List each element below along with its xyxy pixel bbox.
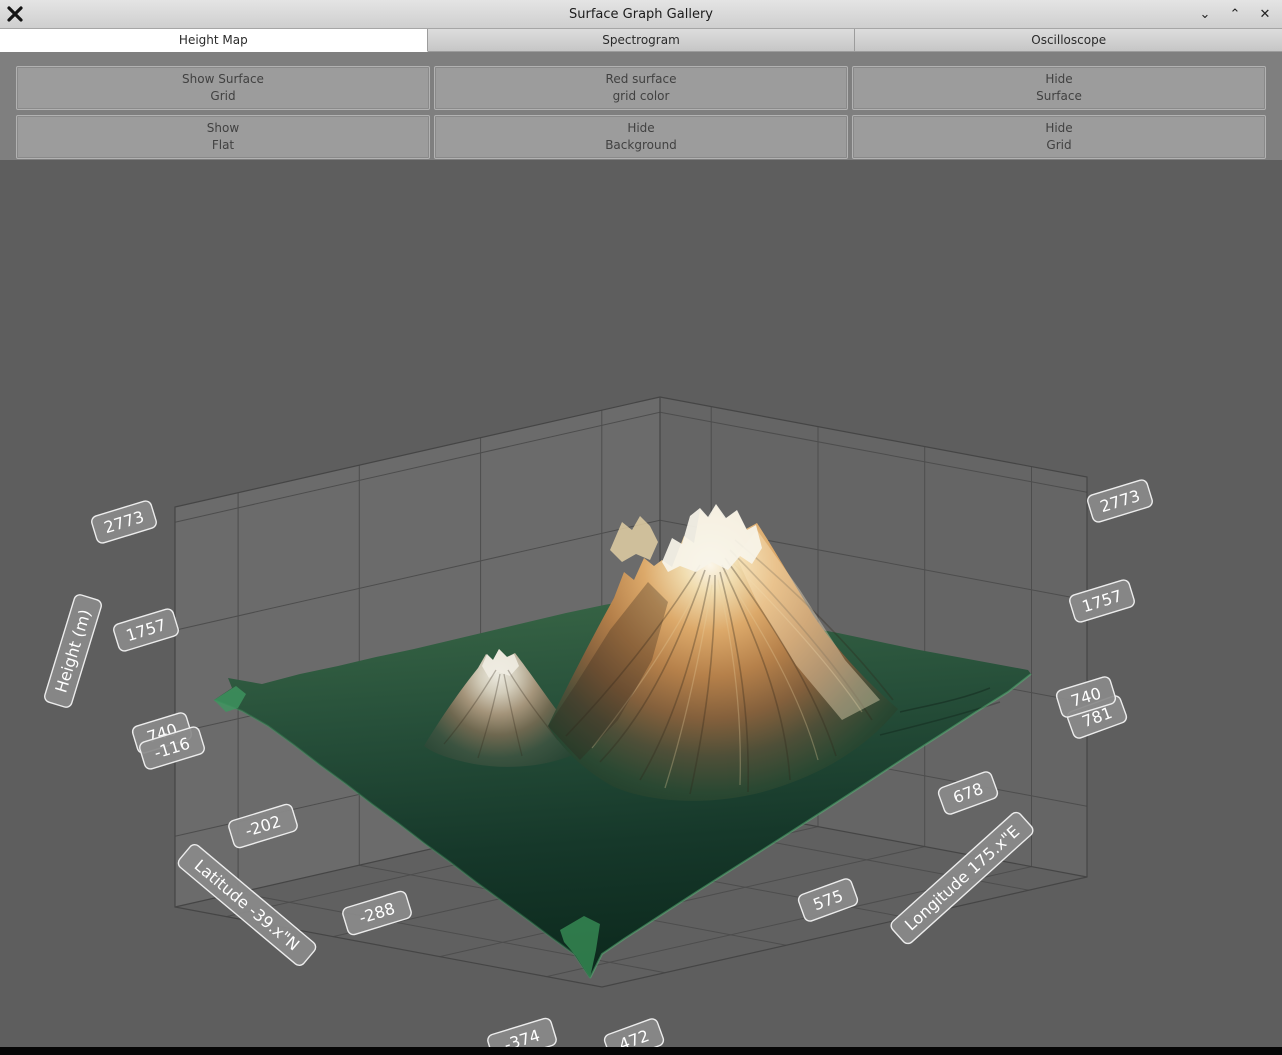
height-axis-title: Height (m) — [43, 593, 103, 708]
tab-height-map[interactable]: Height Map — [0, 29, 428, 52]
shade-window-button[interactable]: ⌄ — [1196, 5, 1214, 23]
button-label-line: Hide — [1045, 120, 1072, 137]
window-title: Surface Graph Gallery — [0, 7, 1282, 22]
hide-background-button[interactable]: Hide Background — [434, 115, 848, 159]
show-surface-grid-button[interactable]: Show Surface Grid — [16, 66, 430, 110]
button-label-line: Grid — [1046, 137, 1071, 154]
window-controls: ⌄ ⌃ ✕ — [1196, 0, 1274, 28]
button-label-line: Red surface — [606, 71, 677, 88]
bottom-screen-edge — [0, 1047, 1282, 1055]
button-label-line: Background — [605, 137, 677, 154]
height-tick-right-0: 2773 — [1086, 479, 1153, 524]
button-label-line: Flat — [212, 137, 234, 154]
surface-3d-scene: Height (m) 2773 1757 740 -116 -202 -288 … — [0, 160, 1282, 1047]
red-surface-grid-color-button[interactable]: Red surface grid color — [434, 66, 848, 110]
maximize-window-button[interactable]: ⌃ — [1226, 5, 1244, 23]
height-tick-left-1: 1757 — [112, 608, 179, 653]
tab-bar: Height Map Spectrogram Oscilloscope — [0, 29, 1282, 52]
tab-oscilloscope[interactable]: Oscilloscope — [855, 29, 1282, 52]
button-label-line: Surface — [1036, 88, 1082, 105]
button-label-line: Show — [207, 120, 239, 137]
longitude-tick-3: 472 — [603, 1017, 665, 1047]
button-label-line: Hide — [1045, 71, 1072, 88]
height-tick-left-0: 2773 — [90, 500, 157, 545]
button-label-line: grid color — [613, 88, 670, 105]
latitude-tick-3: -374 — [486, 1017, 557, 1047]
close-window-button[interactable]: ✕ — [1256, 5, 1274, 23]
hide-surface-button[interactable]: Hide Surface — [852, 66, 1266, 110]
show-flat-button[interactable]: Show Flat — [16, 115, 430, 159]
button-label-line: Show Surface — [182, 71, 264, 88]
tab-spectrogram[interactable]: Spectrogram — [428, 29, 856, 52]
surface-3d-viewport[interactable]: Height (m) 2773 1757 740 -116 -202 -288 … — [0, 160, 1282, 1047]
title-bar[interactable]: Surface Graph Gallery ⌄ ⌃ ✕ — [0, 0, 1282, 29]
hide-grid-button[interactable]: Hide Grid — [852, 115, 1266, 159]
control-button-panel: Show Surface Grid Red surface grid color… — [0, 52, 1282, 159]
button-label-line: Hide — [627, 120, 654, 137]
button-label-line: Grid — [210, 88, 235, 105]
